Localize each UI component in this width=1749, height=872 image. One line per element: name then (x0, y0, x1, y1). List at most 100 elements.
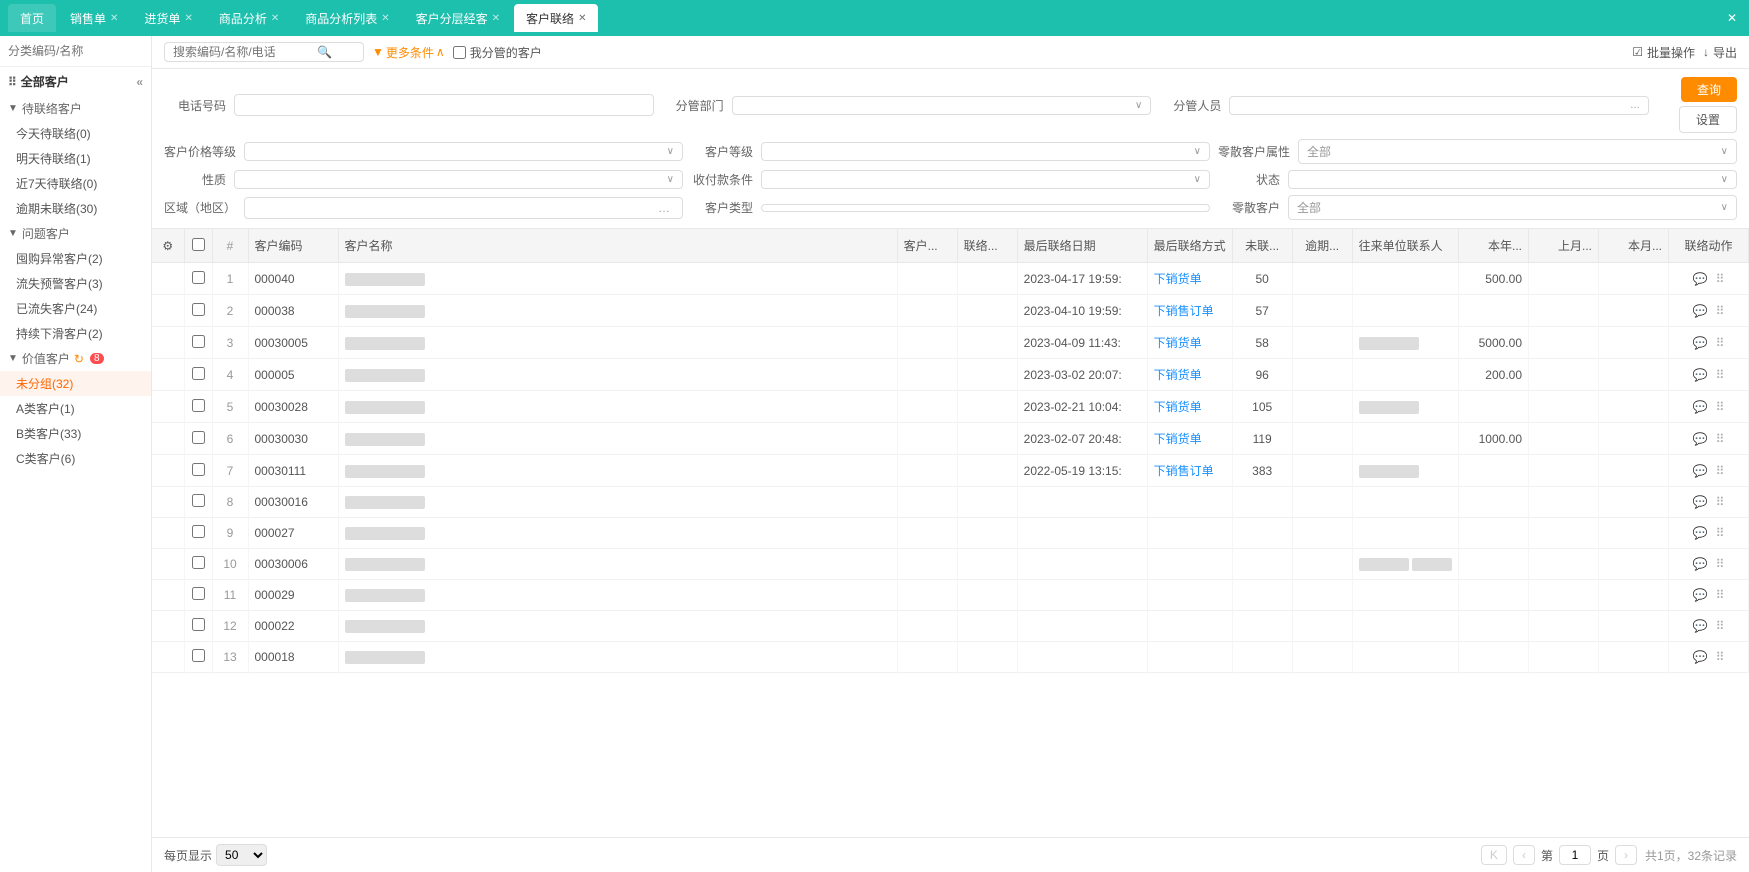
action-chat-icon[interactable]: 💬 (1693, 304, 1708, 318)
method-link[interactable]: 下销货单 (1154, 272, 1202, 286)
payment-select[interactable]: ∨ (761, 170, 1210, 189)
sidebar-collapse-btn[interactable]: « (136, 75, 143, 89)
action-chat-icon[interactable]: 💬 (1693, 495, 1708, 509)
sidebar-item-churn-warning[interactable]: 流失预警客户(3) (0, 271, 151, 296)
first-page-btn[interactable]: K (1481, 845, 1507, 865)
action-more-icon[interactable]: ⠿ (1716, 495, 1725, 509)
action-chat-icon[interactable]: 💬 (1693, 526, 1708, 540)
action-more-icon[interactable]: ⠿ (1716, 619, 1725, 633)
sidebar-item-class-c[interactable]: C类客户(6) (0, 446, 151, 471)
row-checkbox[interactable] (192, 525, 205, 538)
check-all[interactable] (192, 238, 205, 251)
nature-select[interactable]: ∨ (234, 170, 683, 189)
refresh-icon[interactable]: ↻ (74, 352, 84, 366)
th-settings[interactable]: ⚙ (152, 229, 184, 263)
tab-analysis-list[interactable]: 商品分析列表 ✕ (293, 4, 401, 32)
row-checkbox[interactable] (192, 335, 205, 348)
phone-input[interactable] (234, 94, 654, 116)
td-check[interactable] (184, 549, 212, 580)
th-thismonth[interactable]: 本月... (1599, 229, 1669, 263)
th-lastmonth[interactable]: 上月... (1529, 229, 1599, 263)
td-check[interactable] (184, 391, 212, 423)
action-chat-icon[interactable]: 💬 (1693, 368, 1708, 382)
action-more-icon[interactable]: ⠿ (1716, 588, 1725, 602)
close-tab-analysis[interactable]: ✕ (271, 13, 279, 24)
th-person[interactable]: 往来单位联系人 (1352, 229, 1458, 263)
td-check[interactable] (184, 580, 212, 611)
action-chat-icon[interactable]: 💬 (1693, 432, 1708, 446)
nav-close-all[interactable]: ✕ (1723, 7, 1741, 29)
sidebar-item-tomorrow[interactable]: 明天待联络(1) (0, 146, 151, 171)
search-icon[interactable]: 🔍 (317, 45, 332, 59)
sidebar-item-7days[interactable]: 近7天待联络(0) (0, 171, 151, 196)
retail-attr-select[interactable]: 全部 ∨ (1298, 139, 1737, 164)
method-link[interactable]: 下销货单 (1154, 336, 1202, 350)
next-page-btn[interactable]: › (1615, 845, 1637, 865)
td-check[interactable] (184, 642, 212, 673)
sidebar-item-hoarding[interactable]: 囤购异常客户(2) (0, 246, 151, 271)
close-tab-customer-contact[interactable]: ✕ (578, 13, 586, 24)
more-conditions-btn[interactable]: ▼ 更多条件 ∧ (372, 44, 445, 61)
row-checkbox[interactable] (192, 587, 205, 600)
customer-level-select[interactable]: ∨ (761, 142, 1210, 161)
group-pending-contact[interactable]: ▼ 待联络客户 (0, 96, 151, 121)
tab-sales[interactable]: 销售单 ✕ (58, 4, 130, 32)
my-customers-check[interactable]: 我分管的客户 (453, 44, 542, 61)
td-check[interactable] (184, 263, 212, 295)
th-check[interactable] (184, 229, 212, 263)
action-more-icon[interactable]: ⠿ (1716, 526, 1725, 540)
method-link[interactable]: 下销售订单 (1154, 464, 1214, 478)
group-problem[interactable]: ▼ 问题客户 (0, 221, 151, 246)
tab-customer-segment[interactable]: 客户分层经客 ✕ (404, 4, 512, 32)
method-link[interactable]: 下销售订单 (1154, 304, 1214, 318)
sidebar-item-ungraded[interactable]: 未分组(32) (0, 371, 151, 396)
my-customers-checkbox[interactable] (453, 46, 466, 59)
row-checkbox[interactable] (192, 618, 205, 631)
th-type[interactable]: 客户... (897, 229, 957, 263)
sidebar-item-churned[interactable]: 已流失客户(24) (0, 296, 151, 321)
manager-select[interactable]: … (1229, 96, 1649, 115)
region-select[interactable]: … (244, 197, 683, 219)
query-btn[interactable]: 查询 (1681, 77, 1737, 102)
sidebar-search-input[interactable] (8, 44, 152, 58)
close-tab-customer-segment[interactable]: ✕ (492, 13, 500, 24)
row-checkbox[interactable] (192, 556, 205, 569)
action-chat-icon[interactable]: 💬 (1693, 272, 1708, 286)
close-tab-purchase[interactable]: ✕ (184, 13, 192, 24)
action-more-icon[interactable]: ⠿ (1716, 650, 1725, 664)
page-input[interactable] (1559, 845, 1591, 865)
action-more-icon[interactable]: ⠿ (1716, 464, 1725, 478)
dept-select[interactable]: ∨ (732, 96, 1152, 115)
row-checkbox[interactable] (192, 271, 205, 284)
reset-btn[interactable]: 设置 (1679, 106, 1737, 133)
retail-customer-select[interactable]: 全部 ∨ (1288, 195, 1737, 220)
td-check[interactable] (184, 359, 212, 391)
tab-purchase[interactable]: 进货单 ✕ (132, 4, 204, 32)
row-checkbox[interactable] (192, 399, 205, 412)
method-link[interactable]: 下销货单 (1154, 432, 1202, 446)
sidebar-item-declining[interactable]: 持续下滑客户(2) (0, 321, 151, 346)
row-checkbox[interactable] (192, 463, 205, 476)
method-link[interactable]: 下销货单 (1154, 368, 1202, 382)
th-date[interactable]: 最后联络日期 (1017, 229, 1147, 263)
customer-type-select[interactable] (761, 204, 1210, 212)
action-more-icon[interactable]: ⠿ (1716, 432, 1725, 446)
action-chat-icon[interactable]: 💬 (1693, 336, 1708, 350)
td-check[interactable] (184, 487, 212, 518)
group-value[interactable]: ▼ 价值客户 ↻ 8 (0, 346, 151, 371)
th-year[interactable]: 本年... (1459, 229, 1529, 263)
close-tab-sales[interactable]: ✕ (110, 13, 118, 24)
action-chat-icon[interactable]: 💬 (1693, 619, 1708, 633)
sidebar-item-class-a[interactable]: A类客户(1) (0, 396, 151, 421)
sidebar-item-class-b[interactable]: B类客户(33) (0, 421, 151, 446)
td-check[interactable] (184, 327, 212, 359)
td-check[interactable] (184, 423, 212, 455)
status-select[interactable]: ∨ (1288, 170, 1737, 189)
th-code[interactable]: 客户编码 (248, 229, 338, 263)
action-more-icon[interactable]: ⠿ (1716, 336, 1725, 350)
per-page-select[interactable]: 50 100 200 (216, 844, 267, 866)
td-check[interactable] (184, 611, 212, 642)
region-dots[interactable]: … (654, 201, 674, 215)
th-uncontact[interactable]: 未联... (1232, 229, 1292, 263)
action-chat-icon[interactable]: 💬 (1693, 650, 1708, 664)
